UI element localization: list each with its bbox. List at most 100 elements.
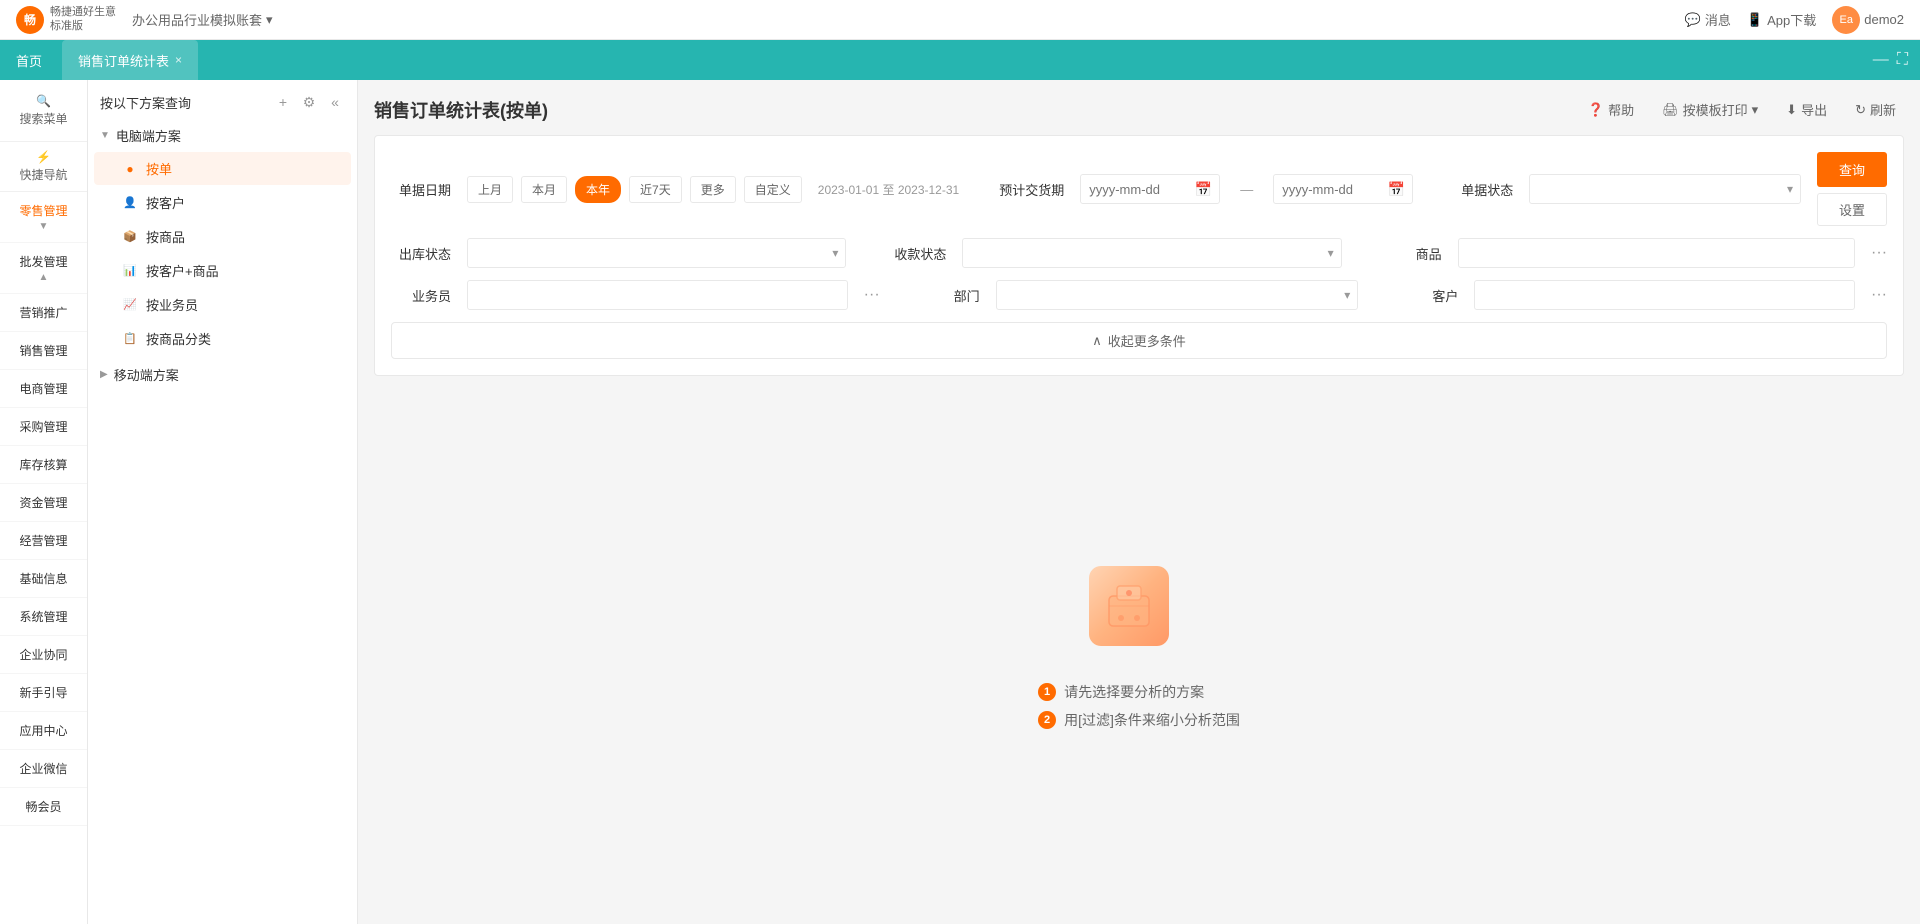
sidebar-item-inventory[interactable]: 库存核算 bbox=[0, 446, 87, 484]
desktop-group-label: 电脑端方案 bbox=[116, 126, 181, 145]
desktop-scheme-group-header[interactable]: ▼ 电脑端方案 bbox=[88, 120, 357, 151]
export-btn[interactable]: ⬇ 导出 bbox=[1778, 96, 1835, 123]
date-btn-more[interactable]: 更多 bbox=[690, 176, 736, 203]
scheme-item-by-salesman-label: 按业务员 bbox=[146, 295, 198, 314]
tab-bar: 首页 销售订单统计表 × — ⛶ bbox=[0, 40, 1920, 80]
scheme-item-by-goods-label: 按商品 bbox=[146, 227, 185, 246]
sidebar-item-wechat[interactable]: 企业微信 bbox=[0, 750, 87, 788]
receive-status-select[interactable] bbox=[962, 238, 1341, 268]
sidebar-item-finance[interactable]: 资金管理 bbox=[0, 484, 87, 522]
filter-card: 单据日期 上月 本月 本年 近7天 更多 自定义 2023-01-01 至 20… bbox=[374, 135, 1904, 376]
empty-icon bbox=[1089, 566, 1189, 666]
chevron-down-icon: ▾ bbox=[266, 12, 273, 28]
sidebar-item-purchase[interactable]: 采购管理 bbox=[0, 408, 87, 446]
scheme-item-by-customer[interactable]: 👤 按客户 bbox=[94, 186, 351, 219]
date-btn-this-year[interactable]: 本年 bbox=[575, 176, 621, 203]
scheme-item-by-category-label: 按商品分类 bbox=[146, 329, 211, 348]
empty-tip-1: 1 请先选择要分析的方案 bbox=[1038, 682, 1240, 702]
tab-close-icon[interactable]: × bbox=[175, 53, 182, 67]
goods-input[interactable] bbox=[1458, 238, 1855, 268]
sidebar-item-wholesale[interactable]: 批发管理 ▲ bbox=[0, 243, 87, 294]
mobile-group-label: 移动端方案 bbox=[114, 365, 179, 384]
sidebar-search-section: 🔍 搜索菜单 bbox=[0, 80, 87, 142]
sidebar-item-app-center[interactable]: 应用中心 bbox=[0, 712, 87, 750]
sidebar-item-ecommerce[interactable]: 电商管理 bbox=[0, 370, 87, 408]
by-salesman-icon: 📈 bbox=[122, 297, 138, 313]
scheme-item-by-goods[interactable]: 📦 按商品 bbox=[94, 220, 351, 253]
dept-select[interactable] bbox=[996, 280, 1359, 310]
sidebar-item-guide[interactable]: 新手引导 bbox=[0, 674, 87, 712]
quick-nav-btn[interactable]: ⚡ 快捷导航 bbox=[0, 142, 87, 192]
sidebar: 🔍 搜索菜单 ⚡ 快捷导航 零售管理 ▼ 批发管理 ▲ 营销推广 销售管理 电商… bbox=[0, 80, 88, 924]
help-icon: ❓ bbox=[1588, 102, 1604, 118]
expected-date-to: 📅 bbox=[1273, 174, 1413, 204]
calendar-icon: 📅 bbox=[1195, 181, 1212, 198]
print-icon: 🖨 bbox=[1662, 102, 1679, 118]
out-status-select[interactable] bbox=[467, 238, 846, 268]
mobile-scheme-group-header[interactable]: ▶ 移动端方案 bbox=[88, 359, 357, 390]
sidebar-item-sales[interactable]: 销售管理 bbox=[0, 332, 87, 370]
logo-text: 畅捷通好生意 标准版 bbox=[50, 6, 116, 32]
collapse-more-btn[interactable]: ∧ 收起更多条件 bbox=[391, 322, 1887, 359]
sidebar-item-retail[interactable]: 零售管理 ▼ bbox=[0, 192, 87, 243]
user-area[interactable]: Ea demo2 bbox=[1832, 6, 1904, 34]
tab-bar-right: — ⛶ bbox=[1873, 51, 1920, 69]
settings-scheme-btn[interactable]: ⚙ bbox=[299, 92, 319, 112]
sidebar-wholesale-label: 批发管理 bbox=[19, 253, 67, 270]
expected-date-label: 预计交货期 bbox=[999, 180, 1064, 199]
help-btn[interactable]: ❓ 帮助 bbox=[1580, 96, 1642, 123]
maximize-icon[interactable]: ⛶ bbox=[1897, 51, 1908, 69]
sidebar-item-member[interactable]: 畅会员 bbox=[0, 788, 87, 826]
app-download-btn[interactable]: 📱 App下载 bbox=[1747, 10, 1816, 29]
message-icon: 💬 bbox=[1685, 12, 1701, 28]
query-btn-group: 查询 设置 bbox=[1817, 152, 1887, 226]
sidebar-item-management[interactable]: 经营管理 bbox=[0, 522, 87, 560]
expected-date-from: 📅 bbox=[1080, 174, 1220, 204]
filter-row-1: 单据日期 上月 本月 本年 近7天 更多 自定义 2023-01-01 至 20… bbox=[391, 152, 1887, 226]
status-select[interactable] bbox=[1529, 174, 1801, 204]
search-menu-btn[interactable]: 🔍 搜索菜单 bbox=[8, 88, 79, 133]
date-btn-custom[interactable]: 自定义 bbox=[744, 176, 802, 203]
salesman-more-icon[interactable]: ··· bbox=[864, 286, 880, 304]
by-order-icon: ● bbox=[122, 161, 138, 177]
logo-icon: 畅 bbox=[16, 6, 44, 34]
collapse-panel-btn[interactable]: « bbox=[325, 92, 345, 112]
settings-button[interactable]: 设置 bbox=[1817, 193, 1887, 226]
customer-label: 客户 bbox=[1398, 286, 1458, 305]
refresh-btn[interactable]: ↻ 刷新 bbox=[1847, 96, 1904, 123]
customer-more-icon[interactable]: ··· bbox=[1871, 286, 1887, 304]
scheme-item-by-customer-label: 按客户 bbox=[146, 193, 185, 212]
date-label: 单据日期 bbox=[391, 180, 451, 199]
group-arrow-down-icon: ▼ bbox=[100, 130, 110, 141]
by-category-icon: 📋 bbox=[122, 331, 138, 347]
add-scheme-btn[interactable]: + bbox=[273, 92, 293, 112]
workspace-selector[interactable]: 办公用品行业模拟账套 ▾ bbox=[124, 6, 281, 33]
sidebar-sales-label: 销售管理 bbox=[19, 342, 67, 359]
sidebar-item-enterprise[interactable]: 企业协同 bbox=[0, 636, 87, 674]
salesman-input[interactable] bbox=[467, 280, 848, 310]
chevron-down-icon: ▼ bbox=[39, 221, 49, 232]
left-panel-header: 按以下方案查询 + ⚙ « bbox=[88, 92, 357, 120]
scheme-item-by-order[interactable]: ● 按单 bbox=[94, 152, 351, 185]
tab-sales-order-summary[interactable]: 销售订单统计表 × bbox=[62, 40, 198, 80]
message-btn[interactable]: 💬 消息 bbox=[1685, 10, 1731, 29]
by-customer-goods-icon: 📊 bbox=[122, 263, 138, 279]
scheme-item-by-salesman[interactable]: 📈 按业务员 bbox=[94, 288, 351, 321]
customer-input[interactable] bbox=[1474, 280, 1855, 310]
date-btn-this-month[interactable]: 本月 bbox=[521, 176, 567, 203]
sidebar-item-marketing[interactable]: 营销推广 bbox=[0, 294, 87, 332]
tab-home[interactable]: 首页 bbox=[0, 40, 58, 80]
date-btn-group: 上月 本月 本年 近7天 更多 自定义 bbox=[467, 176, 802, 203]
scheme-item-by-category[interactable]: 📋 按商品分类 bbox=[94, 322, 351, 355]
out-status-label: 出库状态 bbox=[391, 244, 451, 263]
scheme-item-by-customer-goods[interactable]: 📊 按客户+商品 bbox=[94, 254, 351, 287]
top-bar: 畅 畅捷通好生意 标准版 办公用品行业模拟账套 ▾ 💬 消息 📱 App下载 E… bbox=[0, 0, 1920, 40]
sidebar-item-basic[interactable]: 基础信息 bbox=[0, 560, 87, 598]
goods-more-icon[interactable]: ··· bbox=[1871, 244, 1887, 262]
minimize-icon[interactable]: — bbox=[1873, 51, 1889, 69]
date-btn-last-month[interactable]: 上月 bbox=[467, 176, 513, 203]
query-button[interactable]: 查询 bbox=[1817, 152, 1887, 187]
print-btn[interactable]: 🖨 按模板打印 ▾ bbox=[1654, 96, 1766, 123]
date-btn-7days[interactable]: 近7天 bbox=[629, 176, 682, 203]
sidebar-item-system[interactable]: 系统管理 bbox=[0, 598, 87, 636]
